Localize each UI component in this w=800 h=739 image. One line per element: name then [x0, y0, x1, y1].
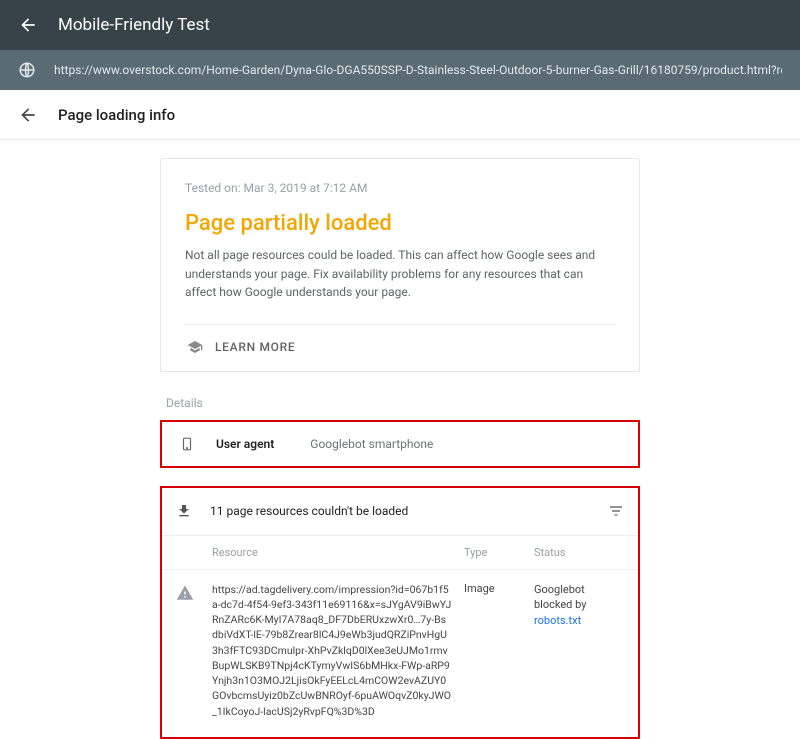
page-title: Page loading info — [58, 106, 175, 124]
graduation-cap-icon — [185, 339, 205, 355]
app-topbar: Mobile-Friendly Test — [0, 0, 800, 50]
table-row: https://ad.tagdelivery.com/impression?id… — [162, 570, 638, 737]
user-agent-label: User agent — [216, 437, 274, 451]
status-description: Not all page resources could be loaded. … — [185, 246, 615, 302]
column-type: Type — [464, 546, 534, 559]
tested-on-text: Tested on: Mar 3, 2019 at 7:12 AM — [185, 181, 615, 195]
filter-icon[interactable] — [608, 503, 624, 519]
learn-more-label: LEARN MORE — [215, 340, 295, 354]
tested-url: https://www.overstock.com/Home-Garden/Dy… — [54, 63, 782, 77]
resources-heading-text: 11 page resources couldn't be loaded — [210, 504, 608, 518]
status-text: Googlebot blocked by — [534, 583, 586, 611]
resources-table-header: Resource Type Status — [162, 536, 638, 570]
summary-card: Tested on: Mar 3, 2019 at 7:12 AM Page p… — [160, 158, 640, 372]
page-subbar: Page loading info — [0, 90, 800, 140]
details-label: Details — [166, 396, 640, 410]
column-resource: Resource — [212, 546, 464, 559]
url-bar: https://www.overstock.com/Home-Garden/Dy… — [0, 50, 800, 90]
warning-icon — [176, 582, 212, 602]
content-area: Tested on: Mar 3, 2019 at 7:12 AM Page p… — [0, 140, 800, 739]
user-agent-value: Googlebot smartphone — [310, 437, 433, 451]
user-agent-box: User agent Googlebot smartphone — [160, 420, 640, 468]
resources-box: 11 page resources couldn't be loaded Res… — [160, 486, 640, 739]
robots-txt-link[interactable]: robots.txt — [534, 614, 581, 627]
download-icon — [176, 503, 192, 519]
subbar-back-icon[interactable] — [18, 105, 38, 125]
back-arrow-icon[interactable] — [18, 15, 38, 35]
globe-icon — [18, 61, 36, 79]
resources-header[interactable]: 11 page resources couldn't be loaded — [162, 488, 638, 536]
resource-url: https://ad.tagdelivery.com/impression?id… — [212, 582, 464, 719]
status-heading: Page partially loaded — [185, 211, 615, 236]
resource-status: Googlebot blocked by robots.txt — [534, 582, 624, 628]
column-status: Status — [534, 546, 624, 559]
smartphone-icon — [180, 433, 194, 455]
resource-type: Image — [464, 582, 534, 595]
app-title: Mobile-Friendly Test — [58, 15, 210, 35]
learn-more-row[interactable]: LEARN MORE — [185, 324, 615, 355]
